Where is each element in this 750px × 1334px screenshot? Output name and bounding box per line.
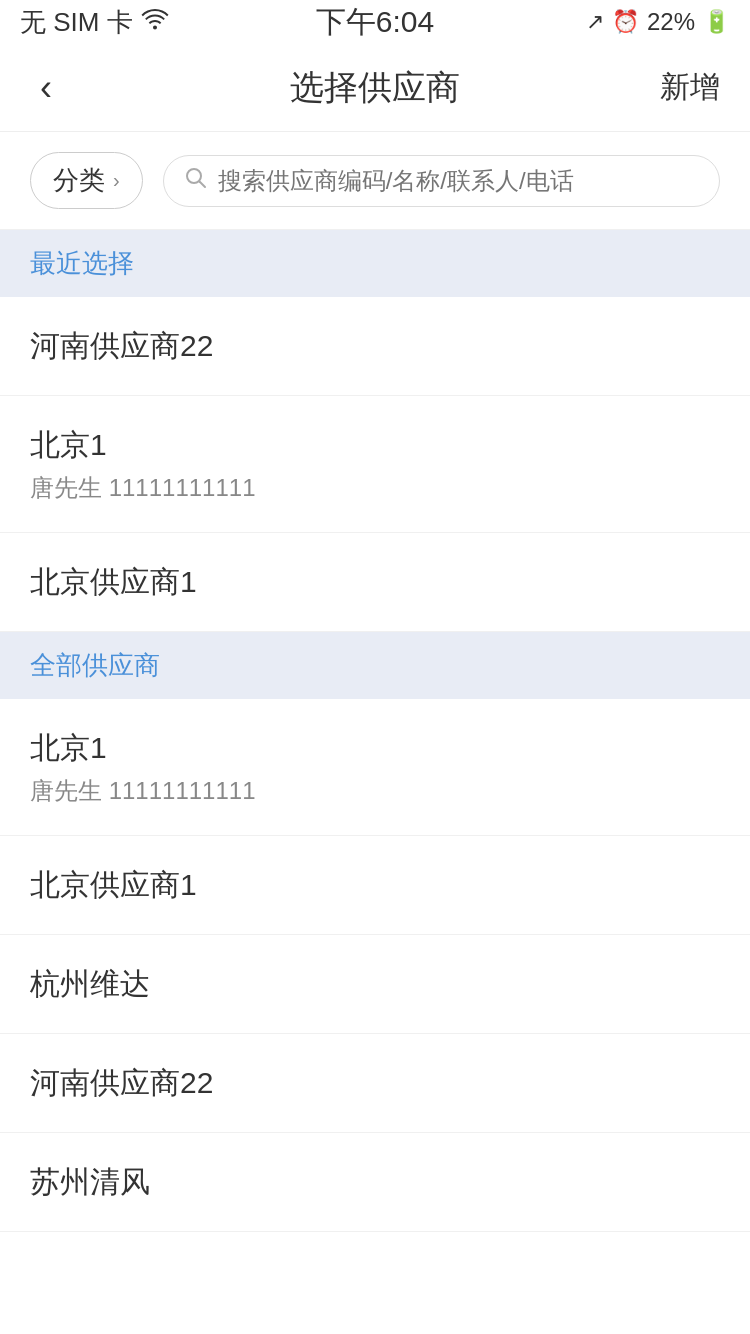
item-name: 北京1 xyxy=(30,727,720,769)
status-right: ↗ ⏰ 22% 🔋 xyxy=(586,8,730,36)
status-left: 无 SIM 卡 xyxy=(20,5,169,40)
nav-bar: ‹ 选择供应商 新增 xyxy=(0,44,750,132)
all-items-list: 北京1 唐先生 11111111111 北京供应商1 杭州维达河南供应商22 苏州清风 xyxy=(0,699,750,1232)
recent-list-item[interactable]: 北京供应商1 xyxy=(0,533,750,632)
status-bar: 无 SIM 卡 下午6:04 ↗ ⏰ 22% 🔋 xyxy=(0,0,750,44)
chevron-right-icon: › xyxy=(113,169,120,192)
status-time: 下午6:04 xyxy=(316,2,434,43)
all-list-item[interactable]: 苏州清风 xyxy=(0,1133,750,1232)
location-icon: ↗ xyxy=(586,9,604,35)
recent-section-header: 最近选择 xyxy=(0,230,750,297)
item-name: 北京供应商1 xyxy=(30,561,720,603)
item-name: 北京1 xyxy=(30,424,720,466)
category-label: 分类 xyxy=(53,163,105,198)
recent-section-label: 最近选择 xyxy=(30,248,134,278)
all-list-item[interactable]: 北京供应商1 xyxy=(0,836,750,935)
item-name: 杭州维达 xyxy=(30,963,720,1005)
item-name: 河南供应商22 xyxy=(30,325,720,367)
wifi-icon xyxy=(141,7,169,38)
battery-icon: 🔋 xyxy=(703,9,730,35)
item-name: 北京供应商1 xyxy=(30,864,720,906)
all-list-item[interactable]: 杭州维达 xyxy=(0,935,750,1034)
item-sub: 唐先生 11111111111 xyxy=(30,472,720,504)
filter-bar: 分类 › xyxy=(0,132,750,230)
add-button[interactable]: 新增 xyxy=(660,67,720,108)
search-box xyxy=(163,155,720,207)
page-title: 选择供应商 xyxy=(290,65,460,111)
svg-line-1 xyxy=(199,181,205,187)
search-input[interactable] xyxy=(218,167,699,195)
search-icon xyxy=(184,166,208,196)
recent-list-item[interactable]: 北京1 唐先生 11111111111 xyxy=(0,396,750,533)
category-button[interactable]: 分类 › xyxy=(30,152,143,209)
back-button[interactable]: ‹ xyxy=(30,57,62,119)
item-sub: 唐先生 11111111111 xyxy=(30,775,720,807)
recent-list-item[interactable]: 河南供应商22 xyxy=(0,297,750,396)
battery-text: 22% xyxy=(647,8,695,36)
item-name: 河南供应商22 xyxy=(30,1062,720,1104)
all-list-item[interactable]: 北京1 唐先生 11111111111 xyxy=(0,699,750,836)
alarm-icon: ⏰ xyxy=(612,9,639,35)
all-list-item[interactable]: 河南供应商22 xyxy=(0,1034,750,1133)
all-section-label: 全部供应商 xyxy=(30,650,160,680)
recent-items-list: 河南供应商22 北京1 唐先生 11111111111 北京供应商1 xyxy=(0,297,750,632)
item-name: 苏州清风 xyxy=(30,1161,720,1203)
no-sim-text: 无 SIM 卡 xyxy=(20,5,133,40)
all-section-header: 全部供应商 xyxy=(0,632,750,699)
